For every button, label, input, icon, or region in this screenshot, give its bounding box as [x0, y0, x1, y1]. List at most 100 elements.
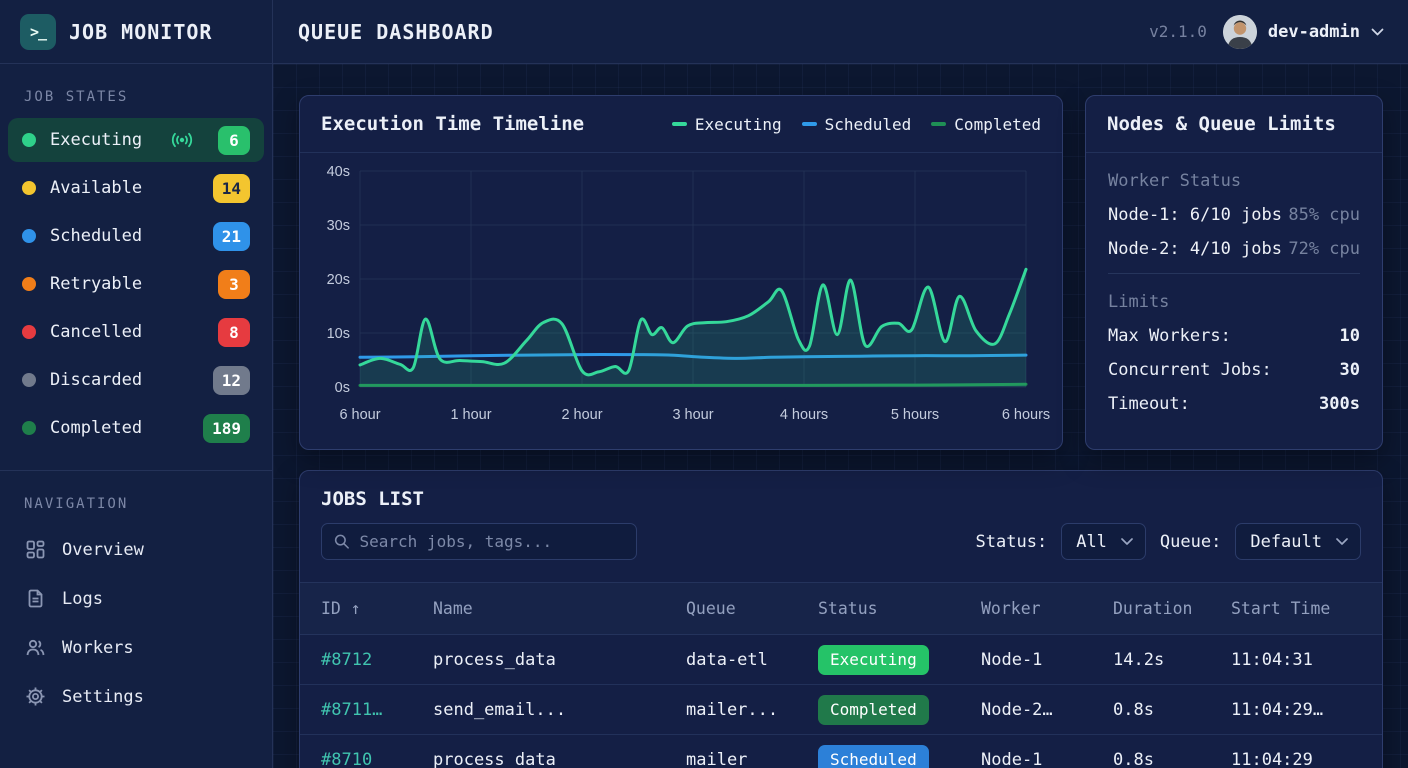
nav-item-label: Workers — [62, 637, 134, 658]
legend-item[interactable]: Completed — [931, 115, 1041, 134]
state-label: Cancelled — [50, 322, 143, 342]
job-queue: mailer — [686, 749, 748, 768]
status-filter-label: Status: — [975, 531, 1048, 552]
jobs-list-panel: JOBS LIST Status: All Queue: — [299, 470, 1383, 768]
legend-swatch-icon — [801, 122, 817, 126]
state-label: Scheduled — [50, 226, 143, 246]
job-duration: 0.8s — [1113, 749, 1154, 768]
column-header[interactable]: Worker — [981, 599, 1113, 618]
search-input[interactable] — [359, 532, 624, 551]
column-header[interactable]: ID ↑ — [321, 599, 433, 618]
y-axis-tick: 30s — [327, 218, 350, 234]
table-row[interactable]: #8711… send_email... mailer... Completed… — [300, 685, 1382, 735]
app-logo: >_ JOB MONITOR — [0, 0, 272, 64]
state-count-badge: 12 — [212, 365, 250, 395]
status-filter-select[interactable]: All — [1061, 523, 1146, 560]
table-row[interactable]: #8710 process_data mailer Scheduled Node… — [300, 735, 1382, 768]
job-start-time: 11:04:31 — [1231, 649, 1313, 670]
topbar: QUEUE DASHBOARD v2.1.0 dev-admin — [273, 0, 1408, 64]
state-count-badge: 3 — [218, 269, 250, 299]
x-axis-tick: 5 hours — [891, 407, 939, 423]
worker-status-list: Node-1: 6/10 jobs 85% cpu Node-2: 4/10 j… — [1108, 205, 1360, 259]
y-axis-tick: 0s — [335, 380, 350, 396]
jobs-search — [321, 523, 637, 560]
app-title: JOB MONITOR — [69, 19, 213, 44]
state-count-badge: 6 — [218, 125, 250, 155]
sidebar-divider — [0, 470, 272, 471]
table-row[interactable]: #8712 process_data data-etl Executing No… — [300, 635, 1382, 685]
live-signal-icon — [169, 132, 195, 148]
version-label: v2.1.0 — [1149, 22, 1207, 41]
nodes-limits-panel: Nodes & Queue Limits Worker Status Node-… — [1085, 95, 1383, 450]
limit-value: 10 — [1339, 326, 1360, 346]
state-dot-icon — [22, 325, 36, 339]
state-label: Retryable — [50, 274, 143, 294]
limit-value: 30 — [1339, 360, 1360, 380]
column-header[interactable]: Start Time — [1231, 599, 1382, 618]
job-id[interactable]: #8711… — [321, 700, 433, 720]
legend-swatch-icon — [671, 122, 687, 126]
grid-icon — [25, 539, 46, 560]
execution-timeline-panel: Execution Time Timeline Executing Schedu… — [299, 95, 1063, 450]
sidebar-state-item[interactable]: Retryable 3 — [8, 262, 264, 306]
state-count-badge: 189 — [203, 413, 250, 443]
legend-label: Scheduled — [824, 114, 912, 134]
job-start-time: 11:04:29… — [1231, 699, 1324, 720]
limit-label: Max Workers: — [1108, 326, 1231, 346]
limits-label: Limits — [1108, 292, 1170, 312]
column-header[interactable]: Name — [433, 599, 686, 618]
column-header[interactable]: Queue — [686, 599, 818, 618]
sidebar-state-item[interactable]: Completed 189 — [8, 406, 264, 450]
nav-item-logs[interactable]: Logs — [0, 574, 272, 623]
worker-status-row: Node-1: 6/10 jobs 85% cpu — [1108, 205, 1360, 225]
job-start-time: 11:04:29 — [1231, 749, 1313, 768]
state-dot-icon — [22, 133, 36, 147]
username: dev-admin — [1267, 21, 1360, 42]
nav-item-label: Overview — [62, 539, 144, 560]
column-header[interactable]: Duration — [1113, 599, 1231, 618]
navigation-section-label: NAVIGATION — [24, 496, 129, 512]
queue-filter-label: Queue: — [1159, 531, 1222, 552]
legend-label: Executing — [694, 114, 782, 134]
nav-item-label: Settings — [62, 686, 144, 707]
chevron-down-icon — [1121, 538, 1133, 545]
nav-item-settings[interactable]: Settings — [0, 672, 272, 721]
nav-item-overview[interactable]: Overview — [0, 525, 272, 574]
job-states-section-label: JOB STATES — [24, 89, 129, 105]
sidebar-state-item-active[interactable]: Executing 6 — [8, 118, 264, 162]
queue-filter-select[interactable]: Default — [1235, 523, 1361, 560]
jobs-list-title: JOBS LIST — [321, 488, 424, 510]
chevron-down-icon — [1336, 538, 1348, 545]
x-axis-tick: 4 hours — [780, 407, 828, 423]
state-label: Discarded — [50, 370, 143, 390]
sidebar-state-item[interactable]: Cancelled 8 — [8, 310, 264, 354]
job-duration: 0.8s — [1113, 699, 1154, 720]
legend-item[interactable]: Executing — [671, 114, 782, 134]
chart-legend: Executing Scheduled Completed — [671, 114, 1041, 134]
legend-label: Completed — [954, 114, 1041, 134]
sidebar-state-item[interactable]: Discarded 12 — [8, 358, 264, 402]
job-worker: Node-1 — [981, 649, 1043, 670]
job-id[interactable]: #8710 — [321, 750, 433, 768]
nodes-divider — [1108, 273, 1360, 274]
x-axis-tick: 1 hour — [450, 407, 491, 423]
job-id[interactable]: #8712 — [321, 650, 433, 670]
y-axis-tick: 40s — [327, 164, 350, 180]
status-badge: Executing — [818, 644, 929, 675]
nav-item-label: Logs — [62, 588, 103, 609]
state-label: Executing — [50, 130, 143, 150]
state-dot-icon — [22, 277, 36, 291]
sidebar-state-item[interactable]: Scheduled 21 — [8, 214, 264, 258]
timeline-panel-title: Execution Time Timeline — [321, 113, 585, 135]
user-menu[interactable]: dev-admin — [1222, 14, 1384, 49]
state-count-badge: 21 — [212, 221, 250, 251]
limit-label: Concurrent Jobs: — [1108, 360, 1272, 380]
column-header[interactable]: Status — [818, 599, 981, 618]
nodes-panel-title: Nodes & Queue Limits — [1107, 113, 1336, 135]
sidebar-state-item[interactable]: Available 14 — [8, 166, 264, 210]
limit-value: 300s — [1319, 394, 1360, 414]
nav-item-workers[interactable]: Workers — [0, 623, 272, 672]
legend-swatch-icon — [931, 122, 947, 126]
legend-item[interactable]: Scheduled — [801, 114, 912, 134]
state-label: Completed — [50, 418, 143, 438]
